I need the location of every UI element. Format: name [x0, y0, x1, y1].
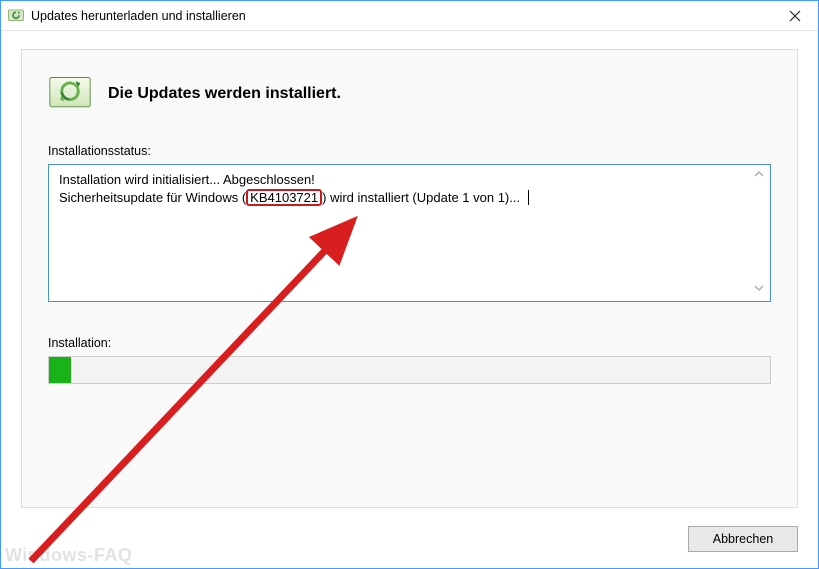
page-title: Die Updates werden installiert. [108, 85, 341, 103]
status-line-2: Sicherheitsupdate für Windows (KB4103721… [59, 189, 760, 207]
windows-update-icon [7, 7, 25, 25]
progress-label: Installation: [48, 336, 771, 350]
close-button[interactable] [772, 1, 818, 30]
header-row: Die Updates werden installiert. [48, 72, 771, 116]
titlebar: Updates herunterladen und installieren [1, 1, 818, 31]
progress-fill [49, 357, 71, 383]
scroll-up-icon[interactable] [752, 169, 766, 183]
kb-number-highlight: KB4103721 [246, 189, 322, 206]
update-large-icon [48, 72, 92, 116]
cancel-button[interactable]: Abbrechen [688, 526, 798, 552]
status-label: Installationsstatus: [48, 144, 771, 158]
content-area: Die Updates werden installiert. Installa… [21, 49, 798, 508]
status-line-1: Installation wird initialisiert... Abges… [59, 171, 760, 189]
window: Updates herunterladen und installieren [0, 0, 819, 569]
watermark: Windows-FAQ [5, 545, 132, 566]
window-title: Updates herunterladen und installieren [31, 9, 772, 23]
status-box[interactable]: Installation wird initialisiert... Abges… [48, 164, 771, 302]
text-cursor [528, 190, 529, 205]
status-line2-post: wird installiert (Update 1 von 1)... [326, 190, 523, 205]
scroll-down-icon[interactable] [752, 283, 766, 297]
progress-bar [48, 356, 771, 384]
status-line2-pre: Sicherheitsupdate für Windows [59, 190, 242, 205]
footer: Abbrechen [688, 526, 798, 552]
